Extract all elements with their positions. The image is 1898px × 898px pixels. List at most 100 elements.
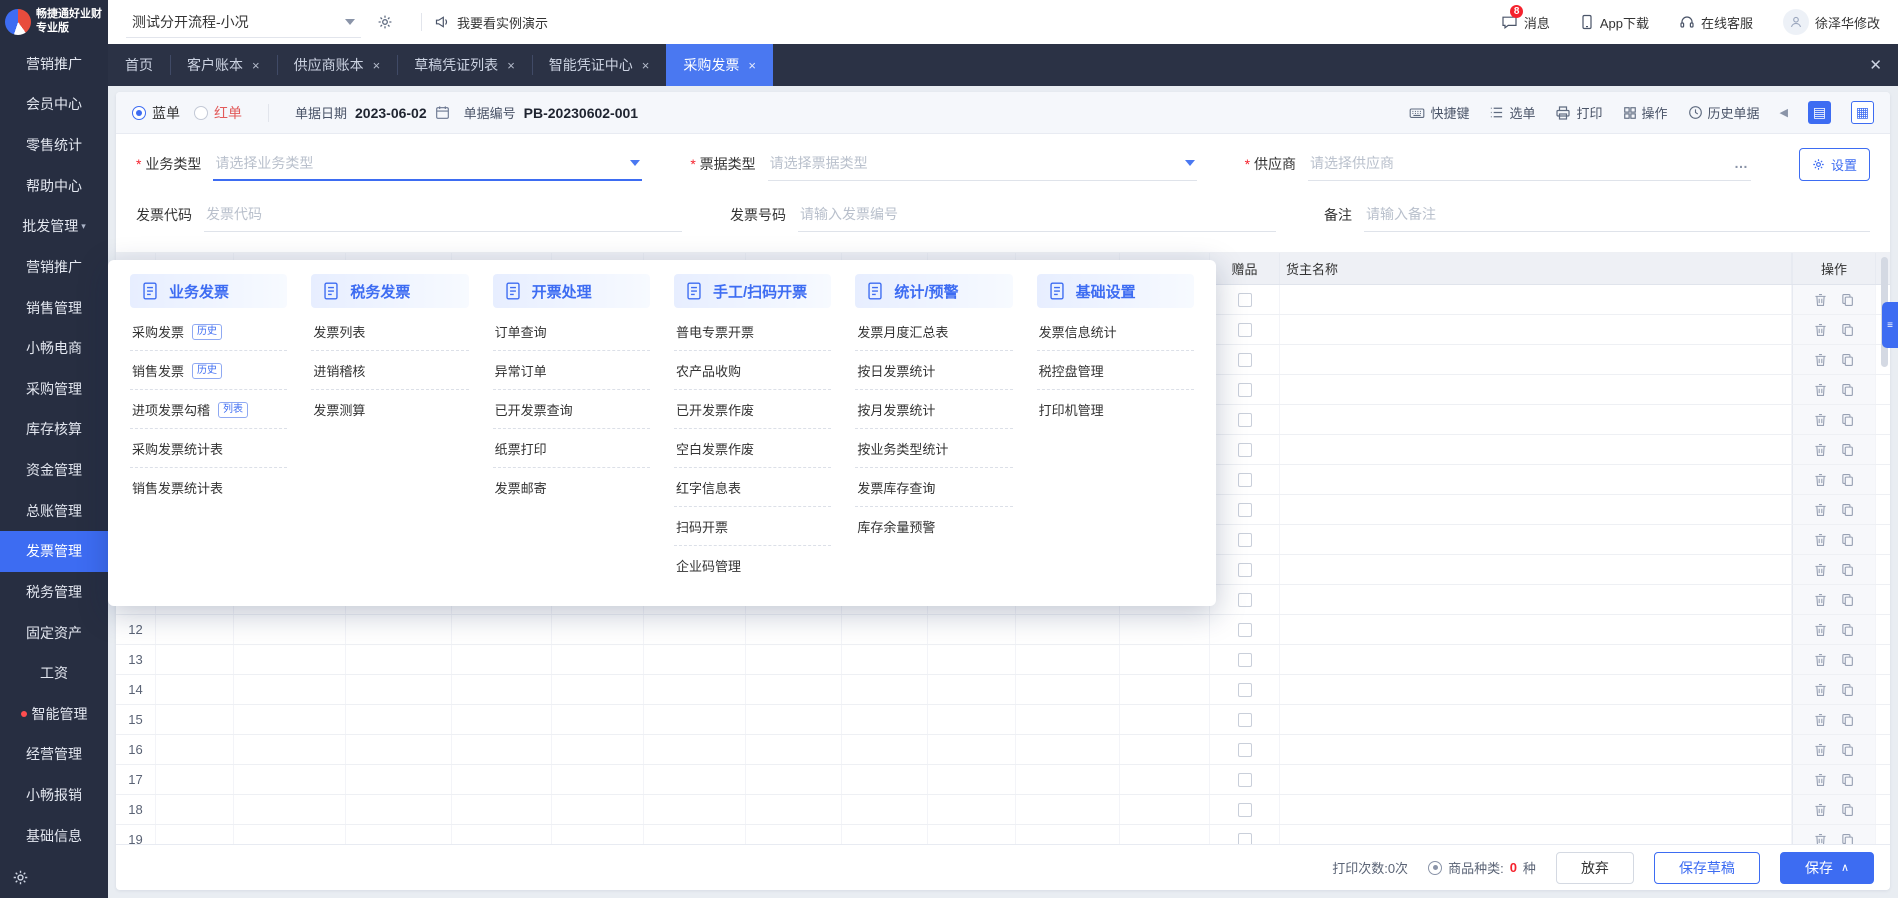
- row-cell[interactable]: [346, 735, 452, 764]
- menu-item-2-3[interactable]: 纸票打印: [492, 429, 650, 468]
- row-cell[interactable]: [1280, 825, 1792, 844]
- row-cell[interactable]: [1210, 315, 1280, 344]
- doc-date-field[interactable]: 单据日期 2023-06-02: [295, 103, 450, 122]
- sidebar-item-6[interactable]: 销售管理: [0, 287, 108, 328]
- row-cell[interactable]: [552, 705, 644, 734]
- row-cell[interactable]: [1210, 435, 1280, 464]
- menu-item-4-3[interactable]: 按业务类型统计: [855, 429, 1013, 468]
- calendar-icon[interactable]: [435, 105, 450, 120]
- sidebar-item-1[interactable]: 会员中心: [0, 84, 108, 125]
- delete-row-icon[interactable]: [1814, 293, 1827, 307]
- menu-item-4-0[interactable]: 发票月度汇总表: [855, 312, 1013, 351]
- row-cell[interactable]: [1120, 645, 1210, 674]
- copy-row-icon[interactable]: [1841, 773, 1854, 787]
- row-cell[interactable]: [842, 735, 928, 764]
- row-cell[interactable]: [1210, 495, 1280, 524]
- delete-row-icon[interactable]: [1814, 623, 1827, 637]
- row-cell[interactable]: [1016, 765, 1120, 794]
- row-cell[interactable]: [156, 645, 234, 674]
- menu-item-0-2[interactable]: 进项发票勾稽 列表: [130, 390, 288, 429]
- row-cell[interactable]: [1210, 525, 1280, 554]
- row-cell[interactable]: [644, 675, 746, 704]
- row-cell[interactable]: [1016, 705, 1120, 734]
- row-cell[interactable]: [1280, 315, 1792, 344]
- tab-2[interactable]: 供应商账本 ×: [276, 44, 398, 86]
- row-cell[interactable]: [746, 675, 842, 704]
- row-cell[interactable]: [1120, 735, 1210, 764]
- row-cell[interactable]: [1280, 405, 1792, 434]
- sidebar-item-9[interactable]: 库存核算: [0, 409, 108, 450]
- view-grid-toggle[interactable]: ▦: [1851, 101, 1874, 124]
- app-download-button[interactable]: App下载: [1580, 13, 1649, 32]
- gift-checkbox[interactable]: [1237, 772, 1252, 787]
- gift-checkbox[interactable]: [1237, 442, 1252, 457]
- menu-item-3-5[interactable]: 扫码开票: [673, 507, 832, 546]
- copy-row-icon[interactable]: [1841, 683, 1854, 697]
- row-cell[interactable]: [1280, 675, 1792, 704]
- row-cell[interactable]: [746, 615, 842, 644]
- row-cell[interactable]: [1280, 765, 1792, 794]
- menu-item-4-5[interactable]: 库存余量预警: [855, 507, 1012, 545]
- row-cell[interactable]: [452, 615, 552, 644]
- row-cell[interactable]: [1120, 795, 1210, 824]
- delete-row-icon[interactable]: [1814, 773, 1827, 787]
- row-cell[interactable]: [928, 825, 1016, 844]
- demo-link[interactable]: 我要看实例演示: [434, 13, 548, 32]
- row-cell[interactable]: [928, 615, 1016, 644]
- row-cell[interactable]: [1016, 795, 1120, 824]
- tab-1[interactable]: 客户账本 ×: [170, 44, 277, 86]
- row-cell[interactable]: [1210, 615, 1280, 644]
- row-cell[interactable]: [452, 825, 552, 844]
- gift-checkbox[interactable]: [1237, 472, 1252, 487]
- sidebar-item-10[interactable]: 资金管理: [0, 450, 108, 491]
- copy-row-icon[interactable]: [1841, 443, 1854, 457]
- row-cell[interactable]: [842, 645, 928, 674]
- row-cell[interactable]: [1210, 555, 1280, 584]
- delete-row-icon[interactable]: [1814, 443, 1827, 457]
- row-cell[interactable]: [746, 645, 842, 674]
- copy-row-icon[interactable]: [1841, 833, 1854, 844]
- row-cell[interactable]: [234, 645, 346, 674]
- org-settings-gear-icon[interactable]: [377, 14, 393, 30]
- discard-button[interactable]: 放弃: [1555, 851, 1634, 884]
- ellipsis-lookup-icon[interactable]: …: [1734, 155, 1749, 171]
- row-cell[interactable]: [1210, 375, 1280, 404]
- row-cell[interactable]: [1210, 795, 1280, 824]
- row-cell[interactable]: [346, 705, 452, 734]
- row-cell[interactable]: [1120, 675, 1210, 704]
- tab-3[interactable]: 草稿凭证列表 ×: [397, 44, 532, 86]
- menu-item-3-2[interactable]: 已开发票作废: [673, 390, 832, 429]
- row-cell[interactable]: [644, 645, 746, 674]
- row-cell[interactable]: [1280, 795, 1792, 824]
- invoice-number-input[interactable]: 请输入发票编号: [798, 197, 1276, 232]
- row-cell[interactable]: [928, 795, 1016, 824]
- row-cell[interactable]: [234, 825, 346, 844]
- bill-type-select[interactable]: 请选择票据类型: [767, 146, 1197, 181]
- row-cell[interactable]: [234, 765, 346, 794]
- row-cell[interactable]: [928, 705, 1016, 734]
- row-cell[interactable]: [234, 795, 346, 824]
- menu-item-5-1[interactable]: 税控盘管理: [1036, 351, 1194, 390]
- gift-checkbox[interactable]: [1237, 382, 1252, 397]
- copy-row-icon[interactable]: [1841, 383, 1854, 397]
- save-button[interactable]: 保存 ∧: [1779, 851, 1874, 884]
- delete-row-icon[interactable]: [1814, 473, 1827, 487]
- row-cell[interactable]: [156, 615, 234, 644]
- row-cell[interactable]: [746, 795, 842, 824]
- delete-row-icon[interactable]: [1814, 653, 1827, 667]
- row-cell[interactable]: [1210, 405, 1280, 434]
- operations-button[interactable]: 操作: [1623, 103, 1668, 122]
- row-cell[interactable]: [644, 765, 746, 794]
- chevron-left-icon[interactable]: ◀: [1780, 106, 1788, 119]
- row-cell[interactable]: [1210, 285, 1280, 314]
- copy-row-icon[interactable]: [1841, 503, 1854, 517]
- row-cell[interactable]: [156, 825, 234, 844]
- row-cell[interactable]: [1280, 525, 1792, 554]
- copy-row-icon[interactable]: [1841, 803, 1854, 817]
- view-list-toggle[interactable]: ▤: [1808, 101, 1831, 124]
- copy-row-icon[interactable]: [1841, 713, 1854, 727]
- row-cell[interactable]: [1016, 645, 1120, 674]
- row-cell[interactable]: [346, 615, 452, 644]
- row-cell[interactable]: [1120, 705, 1210, 734]
- delete-row-icon[interactable]: [1814, 743, 1827, 757]
